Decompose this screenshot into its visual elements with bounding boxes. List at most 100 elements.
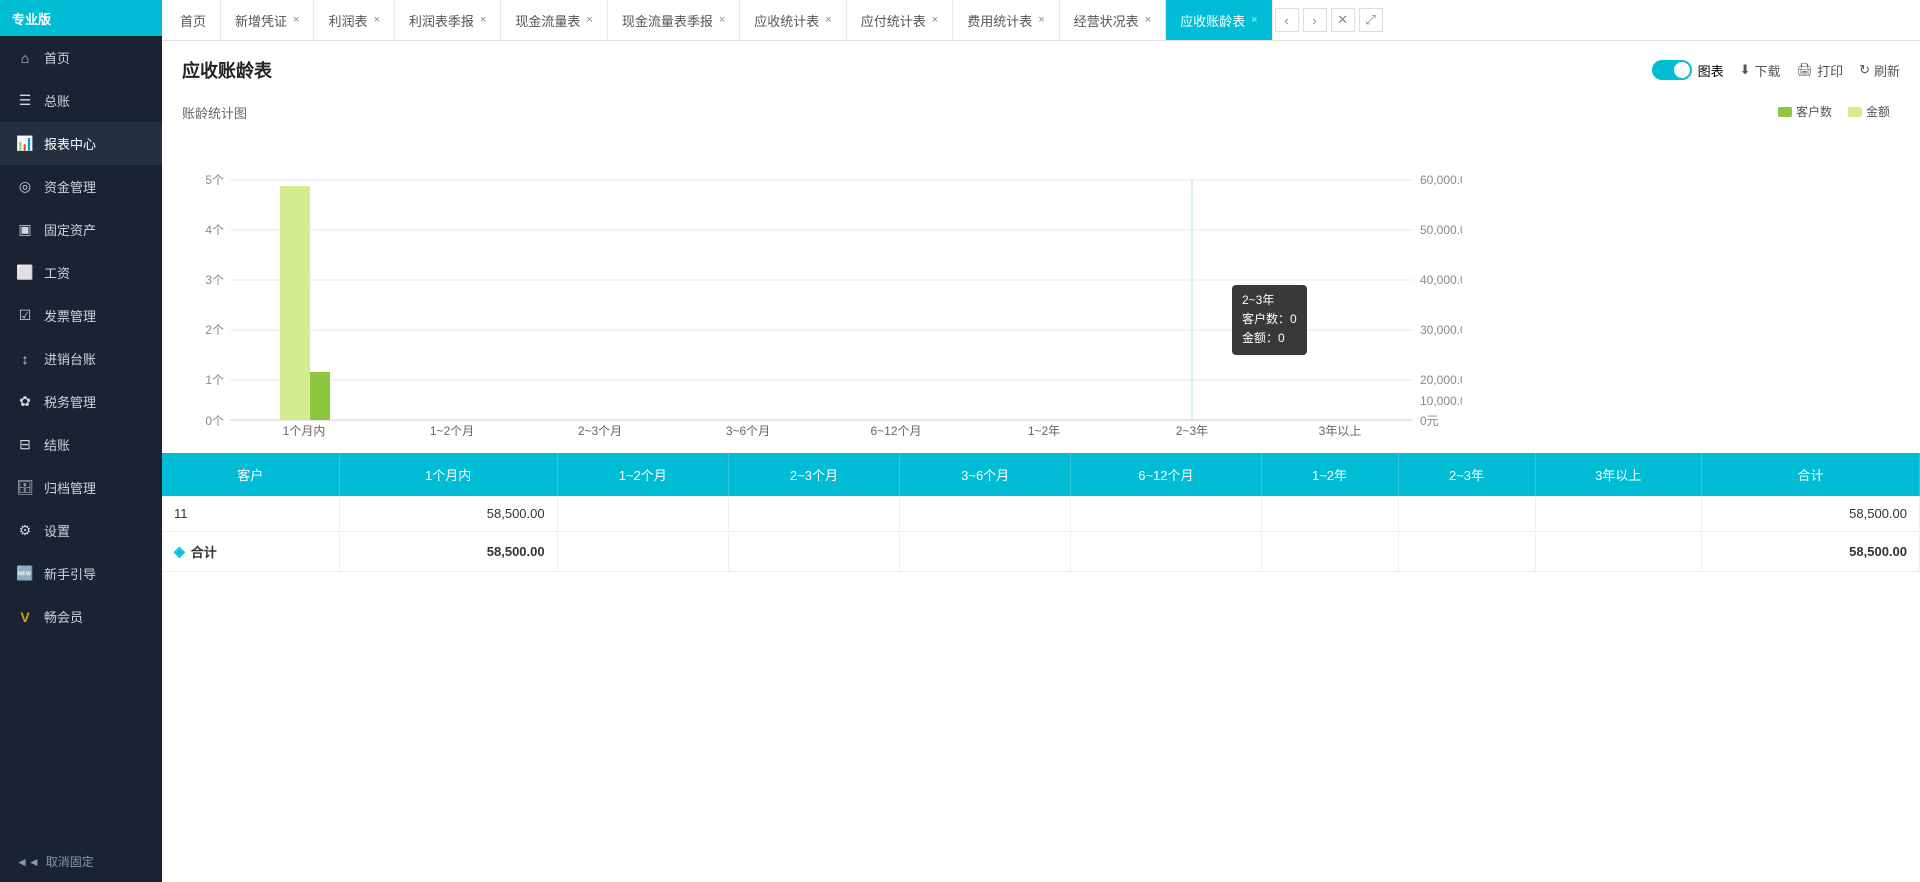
cell-y2-3-0 [1398,496,1535,532]
table-total-row: ◈ 合计 58,500.00 58,500.00 [162,532,1920,572]
tab-prev-btn[interactable]: ‹ [1275,8,1299,32]
th-m1: 1个月内 [339,453,557,496]
svg-text:60,000.00元: 60,000.00元 [1420,173,1462,187]
pin-icon: ◄◄ [16,855,40,869]
cell-total-y2-3 [1398,532,1535,572]
cell-total-m2-3 [728,532,899,572]
cell-y3plus-0 [1535,496,1701,532]
tab-close-cashflow[interactable]: × [586,14,592,26]
home-icon: ⌂ [16,50,34,66]
svg-text:30,000.00元: 30,000.00元 [1420,323,1462,337]
tab-close-cashflow-season[interactable]: × [719,14,725,26]
bar-customer-0 [310,372,330,420]
tab-cashflow-season[interactable]: 现金流量表季报 × [608,0,740,40]
cell-total-0: 58,500.00 [1701,496,1919,532]
svg-text:6~12个月: 6~12个月 [870,424,921,438]
chart-svg: 5个 4个 3个 2个 1个 0个 60,000.00元 50,000.00元 … [182,130,1462,440]
tab-bar: 首页 新增凭证 × 利润表 × 利润表季报 × 现金流量表 × 现金流量表季报 … [162,0,1920,41]
chart-title: 账龄统计图 [182,103,1900,122]
chart-toggle[interactable] [1652,60,1692,80]
th-m1-2: 1~2个月 [557,453,728,496]
svg-text:40,000.00元: 40,000.00元 [1420,273,1462,287]
tab-ap-stats[interactable]: 应付统计表 × [847,0,953,40]
sidebar-item-home[interactable]: ⌂ 首页 [0,36,162,79]
svg-text:0元: 0元 [1420,414,1439,428]
sidebar-item-sales[interactable]: ↕ 进销台账 [0,337,162,380]
tab-ar-stats[interactable]: 应收统计表 × [740,0,846,40]
sidebar-item-invoices[interactable]: ☑ 发票管理 [0,294,162,337]
table-row: 11 58,500.00 58,500.00 [162,496,1920,532]
main-content: 首页 新增凭证 × 利润表 × 利润表季报 × 现金流量表 × 现金流量表季报 … [162,0,1920,882]
tab-close-ar-stats[interactable]: × [825,14,831,26]
cell-customer-0: 11 [162,496,339,532]
sidebar-item-fixed-assets[interactable]: ▣ 固定资产 [0,208,162,251]
cell-total-m6-12 [1071,532,1261,572]
sidebar-item-member[interactable]: V 畅会员 [0,595,162,638]
tab-expand-btn[interactable]: ⤢ [1359,8,1383,32]
cell-total-m1: 58,500.00 [339,532,557,572]
sidebar-item-settings[interactable]: ⚙ 设置 [0,509,162,552]
page-header: 应收账龄表 图表 ⬇ 下载 🖨 打印 ↻ 刷新 [162,41,1920,93]
tax-icon: ✿ [16,393,34,410]
archive-icon: 🗄 [16,479,34,496]
sidebar-item-ledger[interactable]: ☰ 总账 [0,79,162,122]
th-total: 合计 [1701,453,1919,496]
cell-total-m1-2 [557,532,728,572]
sidebar-item-guide[interactable]: 🆕 新手引导 [0,552,162,595]
tab-close-ar-aging[interactable]: × [1251,14,1257,26]
sidebar-item-archive[interactable]: 🗄 归档管理 [0,466,162,509]
print-icon: 🖨 [1797,62,1814,78]
chart-toggle-label: 图表 [1698,61,1724,80]
tab-cashflow[interactable]: 现金流量表 × [501,0,607,40]
tab-profit[interactable]: 利润表 × [314,0,394,40]
invoices-icon: ☑ [16,307,34,324]
sidebar-item-closing[interactable]: ⊟ 结账 [0,423,162,466]
tab-home[interactable]: 首页 [166,0,221,40]
svg-text:0个: 0个 [205,414,224,428]
tab-profit-season[interactable]: 利润表季报 × [395,0,501,40]
app-logo: 专业版 [0,0,162,36]
th-customer: 客户 [162,453,339,496]
sidebar-item-salary[interactable]: ⬜ 工资 [0,251,162,294]
tab-close-operation-stats[interactable]: × [1145,14,1151,26]
chart-toggle-wrap[interactable]: 图表 [1652,60,1724,80]
svg-text:50,000.00元: 50,000.00元 [1420,223,1462,237]
print-btn[interactable]: 🖨 打印 [1797,61,1844,80]
member-icon: V [16,609,34,625]
chart-legend: 客户数 金额 [1778,103,1890,120]
chart-svg-wrap: 5个 4个 3个 2个 1个 0个 60,000.00元 50,000.00元 … [182,130,1900,443]
sidebar-item-tax[interactable]: ✿ 税务管理 [0,380,162,423]
sidebar-item-reports[interactable]: 📊 报表中心 [0,122,162,165]
tab-next-btn[interactable]: › [1303,8,1327,32]
fixed-assets-icon: ▣ [16,221,34,238]
svg-text:3年以上: 3年以上 [1319,424,1362,438]
refresh-btn[interactable]: ↻ 刷新 [1859,61,1900,80]
legend-customers-dot [1778,107,1792,117]
tab-close-all-btn[interactable]: ✕ [1331,8,1355,32]
tab-close-ap-stats[interactable]: × [932,14,938,26]
download-btn[interactable]: ⬇ 下载 [1740,61,1781,80]
th-y2-3: 2~3年 [1398,453,1535,496]
tab-close-expense-stats[interactable]: × [1038,14,1044,26]
svg-text:1个月内: 1个月内 [283,424,326,438]
tab-close-new-voucher[interactable]: × [293,14,299,26]
tab-ar-aging[interactable]: 应收账龄表 × [1166,0,1272,40]
sidebar-pin-toggle[interactable]: ◄◄ 取消固定 [0,841,162,882]
sidebar-item-funds[interactable]: ◎ 资金管理 [0,165,162,208]
tab-close-profit-season[interactable]: × [480,14,486,26]
refresh-icon: ↻ [1859,62,1870,78]
tab-close-profit[interactable]: × [373,14,379,26]
svg-text:2~3个月: 2~3个月 [578,424,622,438]
svg-text:2~3年: 2~3年 [1176,424,1208,438]
ledger-icon: ☰ [16,92,34,109]
data-table: 客户 1个月内 1~2个月 2~3个月 3~6个月 6~12个月 1~2年 2~… [162,453,1920,572]
reports-icon: 📊 [16,135,34,152]
tab-expense-stats[interactable]: 费用统计表 × [953,0,1059,40]
header-actions: 图表 ⬇ 下载 🖨 打印 ↻ 刷新 [1652,60,1900,80]
tab-new-voucher[interactable]: 新增凭证 × [221,0,314,40]
tab-operation-stats[interactable]: 经营状况表 × [1060,0,1166,40]
settings-icon: ⚙ [16,522,34,539]
data-table-wrap: 客户 1个月内 1~2个月 2~3个月 3~6个月 6~12个月 1~2年 2~… [162,453,1920,582]
cell-y1-2-0 [1261,496,1398,532]
guide-icon: 🆕 [16,565,34,582]
